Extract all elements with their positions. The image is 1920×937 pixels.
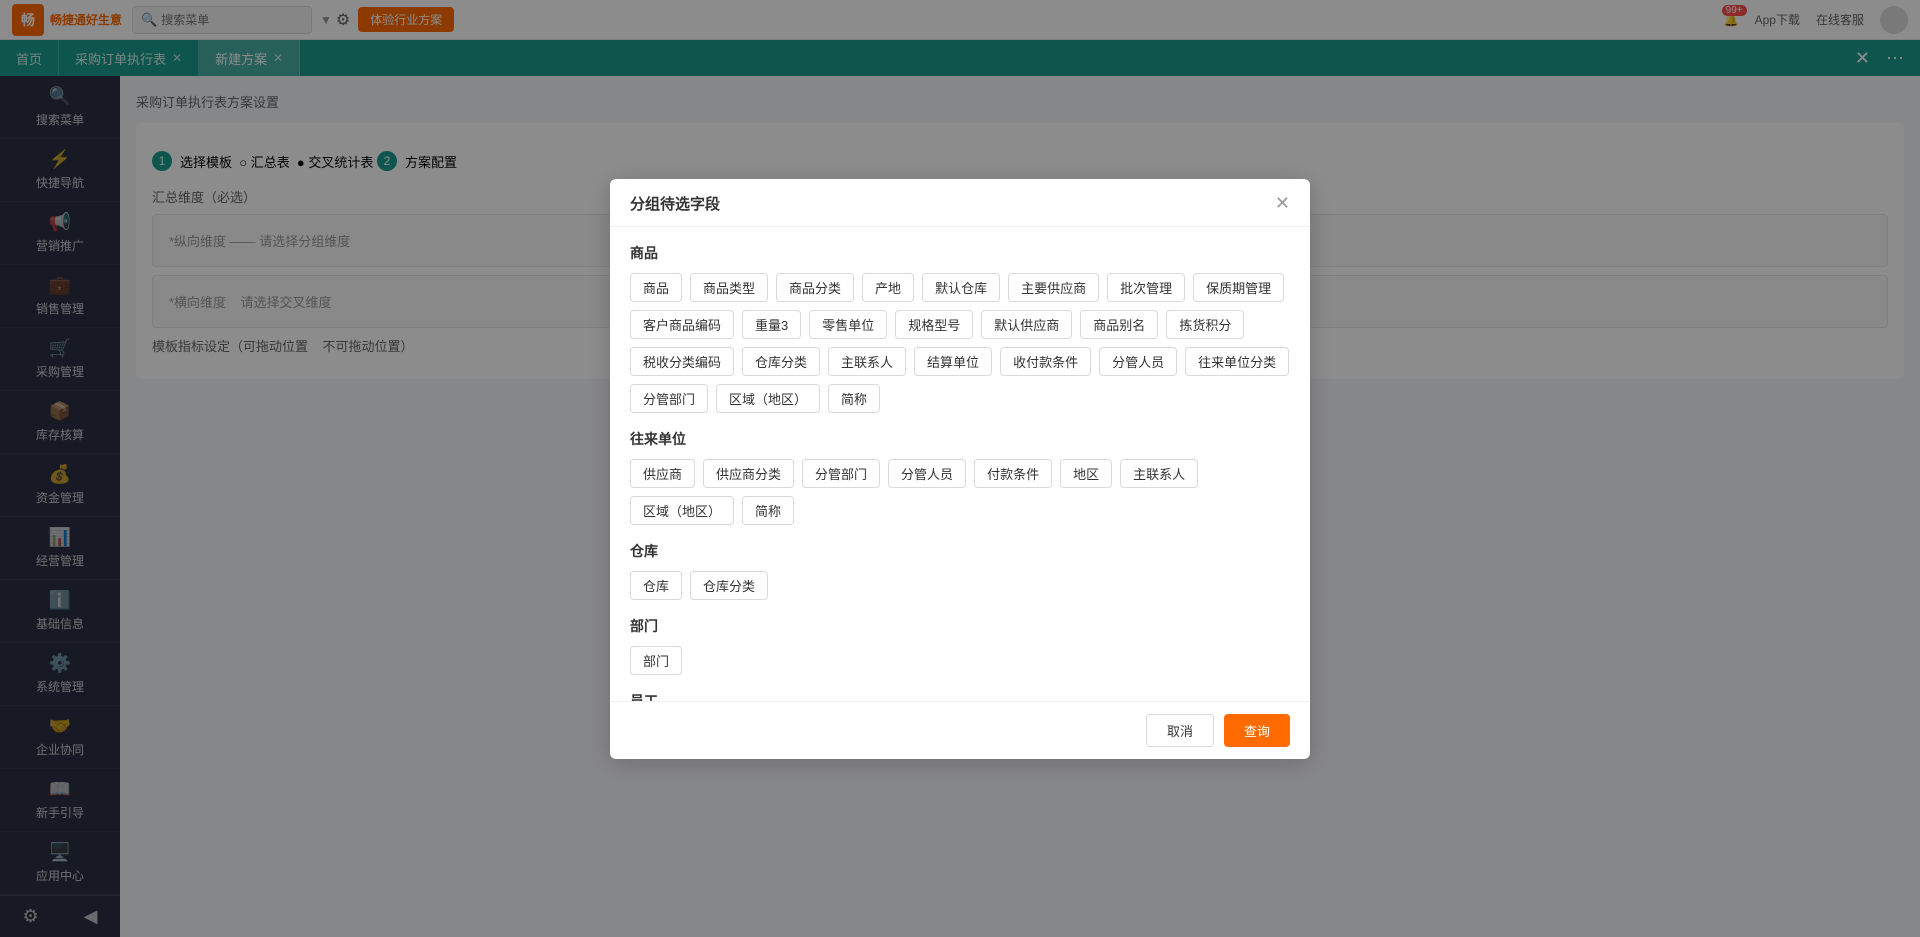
field-section-4: 员工业务员	[630, 691, 1290, 701]
field-tag-1-6[interactable]: 主联系人	[1120, 459, 1198, 488]
field-tag-0-16[interactable]: 仓库分类	[742, 347, 820, 376]
field-tag-0-2[interactable]: 商品分类	[776, 273, 854, 302]
cancel-button[interactable]: 取消	[1146, 714, 1214, 747]
field-tag-0-0[interactable]: 商品	[630, 273, 682, 302]
field-tag-0-10[interactable]: 零售单位	[809, 310, 887, 339]
field-section-title-2: 仓库	[630, 541, 1290, 561]
field-tag-0-6[interactable]: 批次管理	[1107, 273, 1185, 302]
field-section-title-0: 商品	[630, 243, 1290, 263]
field-tag-0-14[interactable]: 拣货积分	[1166, 310, 1244, 339]
field-tag-1-4[interactable]: 付款条件	[974, 459, 1052, 488]
field-tag-0-23[interactable]: 区域（地区）	[716, 384, 820, 413]
modal-close-btn[interactable]: ✕	[1275, 194, 1290, 212]
field-tag-1-0[interactable]: 供应商	[630, 459, 695, 488]
field-tags-1: 供应商供应商分类分管部门分管人员付款条件地区主联系人区域（地区） 简称	[630, 459, 1290, 525]
field-select-modal: 分组待选字段 ✕ 商品商品商品类型商品分类产地默认仓库主要供应商批次管理保质期管…	[610, 179, 1310, 759]
field-tag-0-24[interactable]: 简称	[828, 384, 880, 413]
field-tag-0-12[interactable]: 默认供应商	[981, 310, 1072, 339]
modal-overlay: 分组待选字段 ✕ 商品商品商品类型商品分类产地默认仓库主要供应商批次管理保质期管…	[0, 0, 1920, 937]
field-tag-0-9[interactable]: 重量3	[742, 310, 801, 339]
field-section-0: 商品商品商品类型商品分类产地默认仓库主要供应商批次管理保质期管理客户商品编码重量…	[630, 243, 1290, 413]
field-tag-0-8[interactable]: 客户商品编码	[630, 310, 734, 339]
field-tag-0-5[interactable]: 主要供应商	[1008, 273, 1099, 302]
field-tag-0-20[interactable]: 分管人员	[1099, 347, 1177, 376]
modal-title: 分组待选字段	[630, 193, 720, 214]
modal-body: 商品商品商品类型商品分类产地默认仓库主要供应商批次管理保质期管理客户商品编码重量…	[610, 227, 1310, 701]
field-tag-0-15[interactable]: 税收分类编码	[630, 347, 734, 376]
field-tags-0: 商品商品类型商品分类产地默认仓库主要供应商批次管理保质期管理客户商品编码重量3 零…	[630, 273, 1290, 413]
modal-header: 分组待选字段 ✕	[610, 179, 1310, 227]
field-tag-0-22[interactable]: 分管部门	[630, 384, 708, 413]
modal-footer: 取消 查询	[610, 701, 1310, 759]
field-section-title-4: 员工	[630, 691, 1290, 701]
field-tags-2: 仓库仓库分类	[630, 571, 1290, 600]
field-tag-0-17[interactable]: 主联系人	[828, 347, 906, 376]
field-tag-0-18[interactable]: 结算单位	[914, 347, 992, 376]
field-tags-3: 部门	[630, 646, 1290, 675]
field-tag-1-8[interactable]: 简称	[742, 496, 794, 525]
field-tag-3-0[interactable]: 部门	[630, 646, 682, 675]
field-section-2: 仓库仓库仓库分类	[630, 541, 1290, 600]
field-section-title-3: 部门	[630, 616, 1290, 636]
field-tag-0-1[interactable]: 商品类型	[690, 273, 768, 302]
confirm-button[interactable]: 查询	[1224, 714, 1290, 747]
field-section-3: 部门部门	[630, 616, 1290, 675]
field-tag-0-21[interactable]: 往来单位分类	[1185, 347, 1289, 376]
field-tag-0-11[interactable]: 规格型号	[895, 310, 973, 339]
field-tag-0-4[interactable]: 默认仓库	[922, 273, 1000, 302]
field-tag-1-1[interactable]: 供应商分类	[703, 459, 794, 488]
field-tag-0-19[interactable]: 收付款条件	[1000, 347, 1091, 376]
field-tag-1-2[interactable]: 分管部门	[802, 459, 880, 488]
field-tag-1-7[interactable]: 区域（地区）	[630, 496, 734, 525]
field-tag-0-7[interactable]: 保质期管理	[1193, 273, 1284, 302]
field-tag-1-5[interactable]: 地区	[1060, 459, 1112, 488]
field-tag-0-13[interactable]: 商品别名	[1080, 310, 1158, 339]
field-section-1: 往来单位供应商供应商分类分管部门分管人员付款条件地区主联系人区域（地区） 简称	[630, 429, 1290, 525]
field-section-title-1: 往来单位	[630, 429, 1290, 449]
field-tag-0-3[interactable]: 产地	[862, 273, 914, 302]
field-tag-2-0[interactable]: 仓库	[630, 571, 682, 600]
field-tag-1-3[interactable]: 分管人员	[888, 459, 966, 488]
field-tag-2-1[interactable]: 仓库分类	[690, 571, 768, 600]
